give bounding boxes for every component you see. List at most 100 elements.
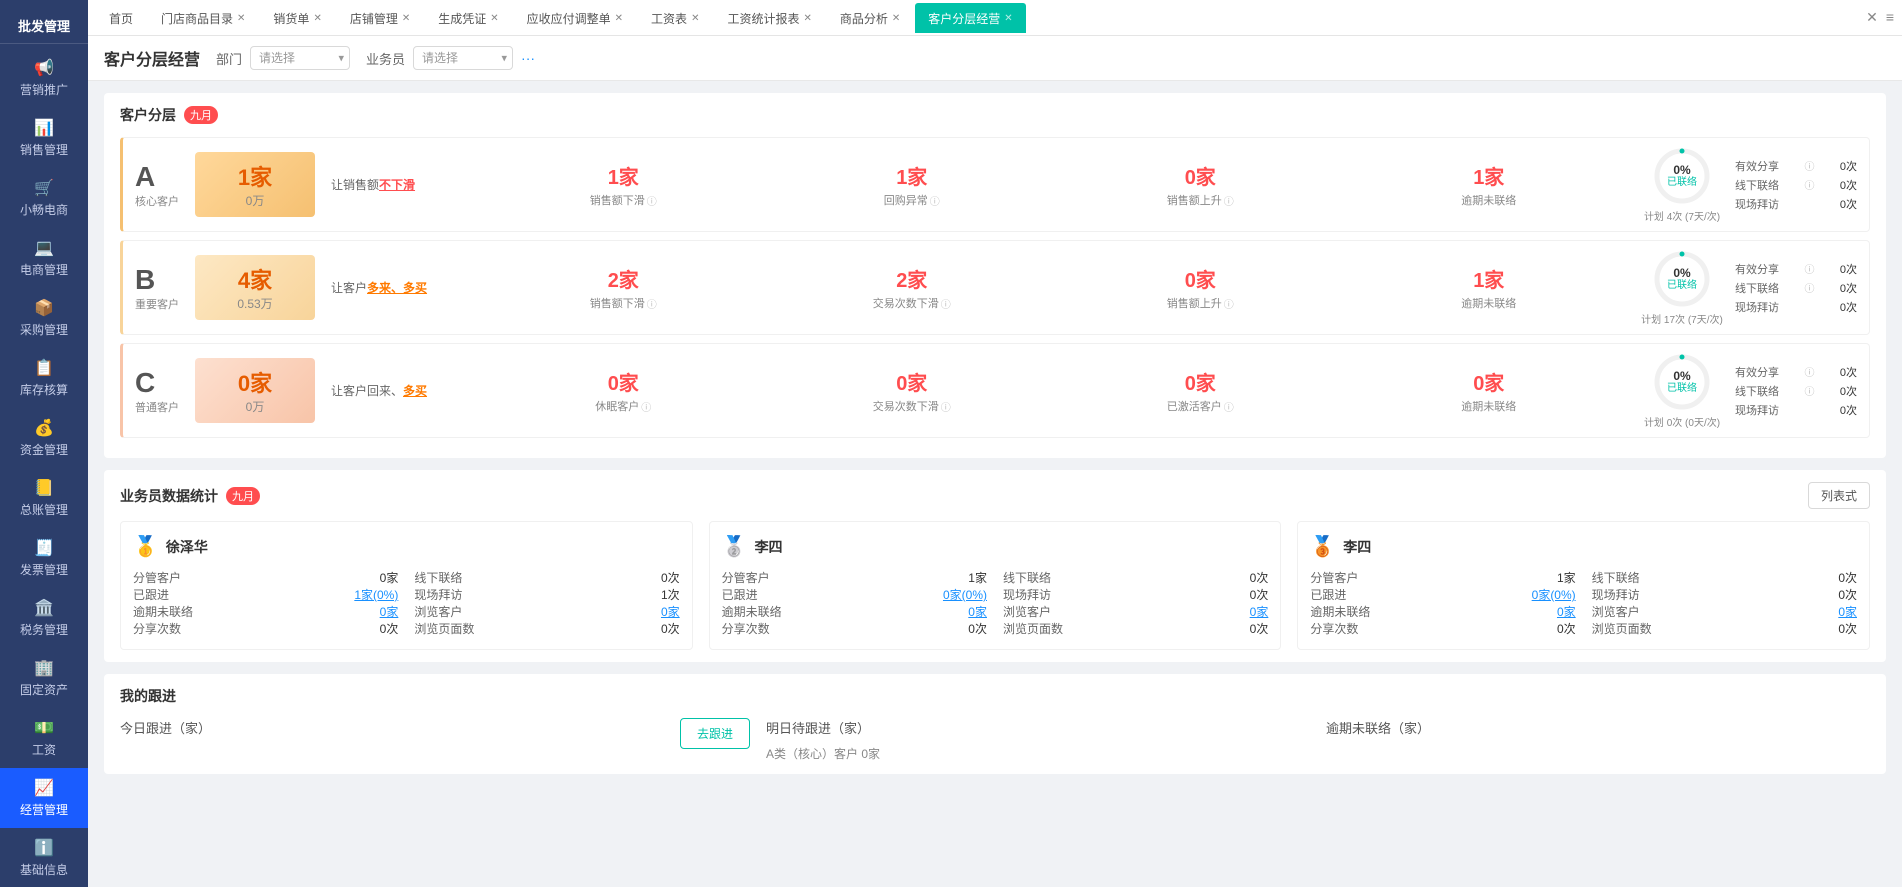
tab-product-analysis-close[interactable]: ✕ xyxy=(892,13,900,24)
tier-c-stat-2-info[interactable]: ⓘ xyxy=(1224,399,1234,414)
tier-a-label: A 核心客户 xyxy=(135,161,195,209)
tab-ar-adjust-close[interactable]: ✕ xyxy=(615,13,623,24)
list-view-btn[interactable]: 列表式 xyxy=(1808,482,1870,509)
followup-today-col: 今日跟进（家） xyxy=(120,718,664,745)
sidebar-item-kchj[interactable]: 📋 库存核算 xyxy=(0,348,88,408)
sidebar-logo: 批发管理 xyxy=(0,8,88,44)
page-title: 客户分层经营 xyxy=(104,46,200,70)
dept-filter: 部门 请选择 xyxy=(216,46,350,70)
tab-ar-adjust[interactable]: 应收应付调整单 ✕ xyxy=(514,3,636,33)
sidebar-item-xsgl[interactable]: 📊 销售管理 xyxy=(0,108,88,168)
sidebar-item-ssgl[interactable]: 🏛️ 税务管理 xyxy=(0,588,88,648)
tier-a-stat-1[interactable]: 1家 回购异常ⓘ xyxy=(772,157,1053,212)
tab-payroll-report-close[interactable]: ✕ xyxy=(803,13,811,24)
xsgl-icon: 📊 xyxy=(34,118,54,138)
tab-payroll-close[interactable]: ✕ xyxy=(691,13,699,24)
tab-menu-icon[interactable]: ≡ xyxy=(1886,9,1894,26)
ssgl-icon: 🏛️ xyxy=(34,598,54,618)
tier-c-stat-1[interactable]: 0家 交易次数下滑ⓘ xyxy=(772,363,1053,418)
sidebar-item-yxts[interactable]: 📢 营销推广 xyxy=(0,48,88,108)
tab-store-mgmt-close[interactable]: ✕ xyxy=(402,13,410,24)
tier-a-stat-2-info[interactable]: ⓘ xyxy=(1224,193,1234,208)
tier-c-share-1-info[interactable]: ⓘ xyxy=(1804,383,1814,398)
sidebar-item-jygl[interactable]: 📈 经营管理 xyxy=(0,768,88,828)
tier-c-share-0-info[interactable]: ⓘ xyxy=(1804,364,1814,379)
sidebar-item-zhgl[interactable]: 📒 总账管理 xyxy=(0,468,88,528)
tier-b-stat-3[interactable]: 1家 逾期未联络 xyxy=(1349,260,1630,315)
tier-c-stat-0-info[interactable]: ⓘ xyxy=(641,399,651,414)
tab-store-products[interactable]: 门店商品目录 ✕ xyxy=(148,3,258,33)
tab-home[interactable]: 首页 xyxy=(96,3,146,33)
tier-c-stat-0[interactable]: 0家 休眠客户ⓘ xyxy=(483,363,764,418)
customer-tier-section: 客户分层 九月 A 核心客户 1家 0万 让销售额不下滑 1家 xyxy=(104,93,1886,458)
tier-b-stat-2-info[interactable]: ⓘ xyxy=(1224,296,1234,311)
sidebar-item-dsgl[interactable]: 💻 电商管理 xyxy=(0,228,88,288)
tier-a-suggest: 让销售额不下滑 xyxy=(315,176,475,193)
followup-tomorrow-col: 明日待跟进（家） A类（核心）客户 0家 xyxy=(766,718,1310,762)
sidebar-item-zjgl[interactable]: 💰 资金管理 xyxy=(0,408,88,468)
tier-b-stat-1[interactable]: 2家 交易次数下滑ⓘ xyxy=(772,260,1053,315)
tier-row-a: A 核心客户 1家 0万 让销售额不下滑 1家 销售额下滑ⓘ 1家 xyxy=(120,137,1870,232)
agent-2-name: 李四 xyxy=(1343,537,1371,557)
tier-b-stat-0[interactable]: 2家 销售额下滑ⓘ xyxy=(483,260,764,315)
tier-c-stat-1-info[interactable]: ⓘ xyxy=(941,399,951,414)
tab-product-analysis[interactable]: 商品分析 ✕ xyxy=(827,3,913,33)
content-area: 客户分层 九月 A 核心客户 1家 0万 让销售额不下滑 1家 xyxy=(88,81,1902,887)
sidebar-item-gz[interactable]: 💵 工资 xyxy=(0,708,88,768)
tier-b-stat-2[interactable]: 0家 销售额上升ⓘ xyxy=(1060,260,1341,315)
tier-b-summary[interactable]: 4家 0.53万 xyxy=(195,255,315,320)
tier-a-stat-2[interactable]: 0家 销售额上升ⓘ xyxy=(1060,157,1341,212)
tier-c-stat-2[interactable]: 0家 已激活客户ⓘ xyxy=(1060,363,1341,418)
tab-payroll[interactable]: 工资表 ✕ xyxy=(638,3,712,33)
tier-a-stats: 1家 销售额下滑ⓘ 1家 回购异常ⓘ 0家 销售额上升ⓘ 1家 逾期未联络 xyxy=(475,157,1637,212)
sidebar-item-gdzy[interactable]: 🏢 固定资产 xyxy=(0,648,88,708)
tab-store-products-close[interactable]: ✕ xyxy=(237,13,245,24)
tab-store-mgmt[interactable]: 店铺管理 ✕ xyxy=(337,3,423,33)
tier-a-stat-3[interactable]: 1家 逾期未联络 xyxy=(1349,157,1630,212)
tier-a-stat-0[interactable]: 1家 销售额下滑ⓘ xyxy=(483,157,764,212)
sidebar-item-fpgl[interactable]: 🧾 发票管理 xyxy=(0,528,88,588)
tab-payroll-report[interactable]: 工资统计报表 ✕ xyxy=(714,3,824,33)
tab-sales-order[interactable]: 销货单 ✕ xyxy=(260,3,334,33)
tier-c-share: 有效分享 ⓘ 0次 线下联络 ⓘ 0次 现场拜访 0次 xyxy=(1727,364,1857,418)
tier-b-stat-0-info[interactable]: ⓘ xyxy=(647,296,657,311)
tier-c-suggest: 让客户回来、多买 xyxy=(315,382,475,399)
agent-0-medal: 🥇 xyxy=(133,534,158,559)
followup-overdue-title: 逾期未联络（家） xyxy=(1326,718,1870,737)
tab-customer-tier-close[interactable]: ✕ xyxy=(1004,13,1012,24)
agent-select[interactable]: 请选择 xyxy=(413,46,513,70)
tier-c-summary[interactable]: 0家 0万 xyxy=(195,358,315,423)
dsgl-icon: 💻 xyxy=(34,238,54,258)
agent-more-btn[interactable]: ··· xyxy=(521,50,535,66)
tabs-bar: 首页 门店商品目录 ✕ 销货单 ✕ 店铺管理 ✕ 生成凭证 ✕ 应收应付调整单 … xyxy=(88,0,1902,36)
tier-b-share-0-info[interactable]: ⓘ xyxy=(1804,261,1814,276)
agent-0-stat-right-0: 线下联络 0次 xyxy=(414,569,679,586)
tier-b-share: 有效分享 ⓘ 0次 线下联络 ⓘ 0次 现场拜访 0次 xyxy=(1727,261,1857,315)
cggl-icon: 📦 xyxy=(34,298,54,318)
tier-b-stat-1-info[interactable]: ⓘ xyxy=(941,296,951,311)
tier-a-stat-1-info[interactable]: ⓘ xyxy=(930,193,940,208)
sidebar-item-jcxx[interactable]: ℹ️ 基础信息 xyxy=(0,828,88,887)
tier-a-share-0-info[interactable]: ⓘ xyxy=(1804,158,1814,173)
tier-c-stat-3[interactable]: 0家 逾期未联络 xyxy=(1349,363,1630,418)
tab-gen-voucher[interactable]: 生成凭证 ✕ xyxy=(425,3,511,33)
tab-sales-order-close[interactable]: ✕ xyxy=(313,13,321,24)
tier-a-stat-0-info[interactable]: ⓘ xyxy=(647,193,657,208)
tab-close-all-icon[interactable]: ✕ xyxy=(1866,9,1878,26)
agent-label: 业务员 xyxy=(366,49,405,68)
dept-select[interactable]: 请选择 xyxy=(250,46,350,70)
followup-overdue-col: 逾期未联络（家） xyxy=(1326,718,1870,745)
tab-customer-tier[interactable]: 客户分层经营 ✕ xyxy=(915,3,1025,33)
goto-followup-btn[interactable]: 去跟进 xyxy=(680,718,750,749)
biz-section: 业务员数据统计 九月 列表式 🥇 徐泽华 分管客户 0家 xyxy=(104,470,1886,662)
tier-a-summary[interactable]: 1家 0万 xyxy=(195,152,315,217)
dept-label: 部门 xyxy=(216,49,242,68)
sidebar-item-cggl[interactable]: 📦 采购管理 xyxy=(0,288,88,348)
followup-header: 我的跟进 xyxy=(120,686,1870,706)
tier-b-stats: 2家 销售额下滑ⓘ 2家 交易次数下滑ⓘ 0家 销售额上升ⓘ 1家 逾期未联络 xyxy=(475,260,1637,315)
tab-gen-voucher-close[interactable]: ✕ xyxy=(490,13,498,24)
biz-title: 业务员数据统计 xyxy=(120,486,218,506)
sidebar-item-xbdc[interactable]: 🛒 小畅电商 xyxy=(0,168,88,228)
tier-a-share-1-info[interactable]: ⓘ xyxy=(1804,177,1814,192)
tier-b-share-1-info[interactable]: ⓘ xyxy=(1804,280,1814,295)
